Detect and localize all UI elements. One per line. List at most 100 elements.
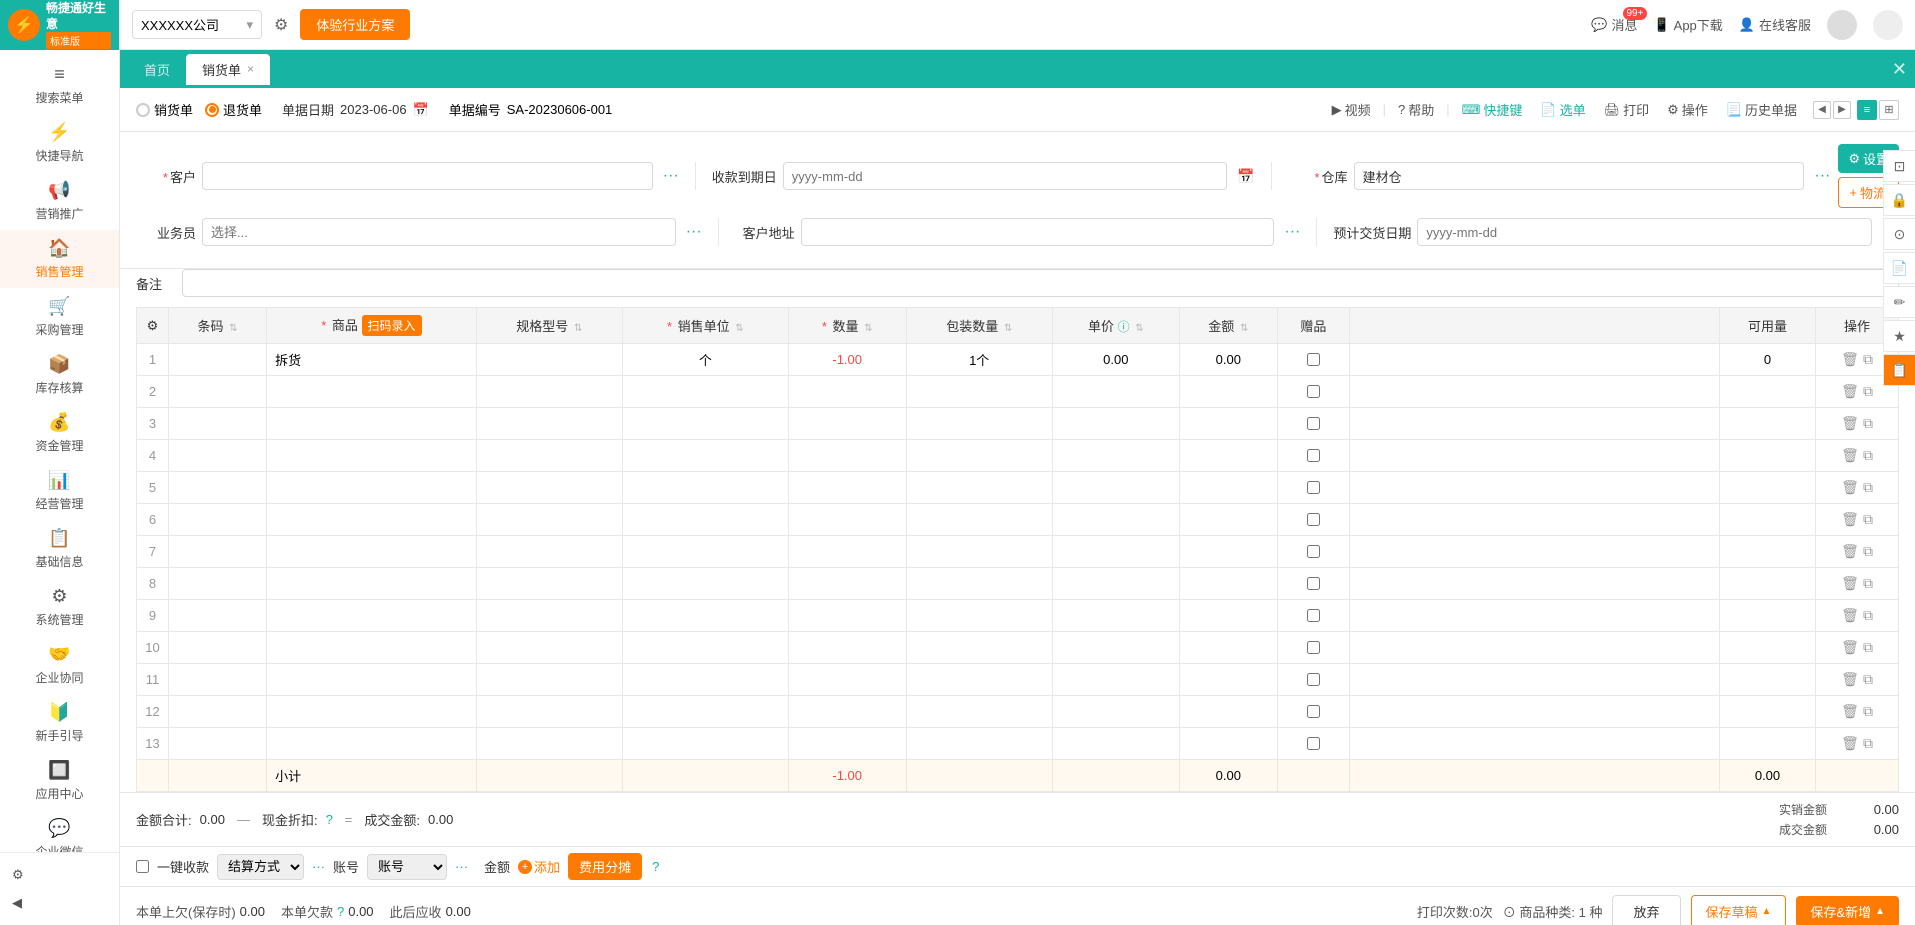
cell-unit[interactable] — [622, 568, 788, 600]
cell-barcode[interactable] — [169, 440, 267, 472]
sidebar-item-apps[interactable]: 🔲 应用中心 — [0, 752, 119, 810]
float-btn-2[interactable]: 🔒 — [1883, 184, 1915, 216]
method-more-icon[interactable]: ··· — [312, 859, 325, 874]
cell-product[interactable] — [267, 696, 477, 728]
cell-barcode[interactable] — [169, 408, 267, 440]
cell-barcode[interactable] — [169, 536, 267, 568]
delete-icon[interactable]: 🗑 — [1841, 703, 1859, 720]
account-more-icon[interactable]: ··· — [455, 859, 468, 874]
gift-checkbox[interactable] — [1307, 481, 1320, 494]
copy-icon[interactable]: ⧉ — [1863, 639, 1873, 656]
col-gear[interactable]: ⚙ — [137, 308, 169, 344]
cell-amount[interactable] — [1179, 600, 1277, 632]
cell-pack-qty[interactable] — [906, 536, 1052, 568]
gift-checkbox[interactable] — [1307, 737, 1320, 750]
cell-gift[interactable] — [1277, 568, 1349, 600]
cell-product[interactable] — [267, 632, 477, 664]
cell-gift[interactable] — [1277, 376, 1349, 408]
discount-help-icon[interactable]: ? — [326, 812, 333, 827]
cell-amount[interactable]: 0.00 — [1179, 344, 1277, 376]
delete-icon[interactable]: 🗑 — [1841, 735, 1859, 752]
user-avatar[interactable] — [1827, 10, 1857, 40]
float-btn-4[interactable]: 📄 — [1883, 252, 1915, 284]
gift-checkbox[interactable] — [1307, 513, 1320, 526]
gift-checkbox[interactable] — [1307, 641, 1320, 654]
salesperson-input[interactable] — [202, 218, 676, 246]
cell-qty[interactable] — [788, 728, 906, 760]
cell-pack-qty[interactable] — [906, 440, 1052, 472]
cell-barcode[interactable] — [169, 568, 267, 600]
cell-qty[interactable] — [788, 440, 906, 472]
copy-icon[interactable]: ⧉ — [1863, 543, 1873, 560]
cell-qty[interactable] — [788, 408, 906, 440]
cell-pack-qty[interactable] — [906, 664, 1052, 696]
debt-help-icon[interactable]: ? — [337, 904, 344, 919]
payment-method-select[interactable]: 结算方式 — [217, 854, 304, 880]
sidebar-item-marketing[interactable]: 📢 营销推广 — [0, 172, 119, 230]
cell-amount[interactable] — [1179, 728, 1277, 760]
float-btn-6[interactable]: ★ — [1883, 320, 1915, 352]
message-button[interactable]: 💬 消息 99+ — [1591, 15, 1637, 34]
cell-spec[interactable] — [476, 568, 622, 600]
cell-gift[interactable] — [1277, 504, 1349, 536]
cell-spec[interactable] — [476, 504, 622, 536]
gift-checkbox[interactable] — [1307, 577, 1320, 590]
cell-unit[interactable] — [622, 408, 788, 440]
cell-unit[interactable] — [622, 504, 788, 536]
cell-gift[interactable] — [1277, 728, 1349, 760]
cell-spec[interactable] — [476, 344, 622, 376]
cell-product[interactable]: 拆货 — [267, 344, 477, 376]
sidebar-item-search[interactable]: ≡ 搜索菜单 — [0, 56, 119, 114]
cell-product[interactable] — [267, 504, 477, 536]
cell-amount[interactable] — [1179, 376, 1277, 408]
cell-price[interactable] — [1052, 536, 1179, 568]
delete-icon[interactable]: 🗑 — [1841, 479, 1859, 496]
cell-barcode[interactable] — [169, 696, 267, 728]
cell-pack-qty[interactable] — [906, 568, 1052, 600]
cell-pack-qty[interactable] — [906, 408, 1052, 440]
cell-gift[interactable] — [1277, 472, 1349, 504]
grid-view-btn[interactable]: ⊞ — [1879, 100, 1899, 120]
cell-product[interactable] — [267, 536, 477, 568]
cell-pack-qty[interactable] — [906, 728, 1052, 760]
cell-qty[interactable] — [788, 600, 906, 632]
cell-unit[interactable] — [622, 536, 788, 568]
sidebar-item-capital[interactable]: 💰 资金管理 — [0, 404, 119, 462]
select-btn[interactable]: 📄 选单 — [1534, 98, 1591, 121]
delete-icon[interactable]: 🗑 — [1841, 543, 1859, 560]
cell-price[interactable]: 0.00 — [1052, 344, 1179, 376]
prev-arrow[interactable]: ◀ — [1813, 101, 1831, 119]
copy-icon[interactable]: ⧉ — [1863, 511, 1873, 528]
salesperson-more-icon[interactable]: ··· — [686, 223, 702, 241]
gift-checkbox[interactable] — [1307, 353, 1320, 366]
cell-spec[interactable] — [476, 376, 622, 408]
cell-unit[interactable] — [622, 696, 788, 728]
cell-price[interactable] — [1052, 632, 1179, 664]
cell-pack-qty[interactable] — [906, 376, 1052, 408]
cell-spec[interactable] — [476, 600, 622, 632]
help-btn[interactable]: ? 帮助 — [1392, 98, 1440, 121]
scan-button[interactable]: 扫码录入 — [362, 315, 422, 336]
cell-gift[interactable] — [1277, 600, 1349, 632]
cell-pack-qty[interactable] — [906, 600, 1052, 632]
cell-product[interactable] — [267, 600, 477, 632]
cell-unit[interactable] — [622, 376, 788, 408]
cell-unit[interactable] — [622, 440, 788, 472]
cell-pack-qty[interactable] — [906, 504, 1052, 536]
cell-amount[interactable] — [1179, 664, 1277, 696]
sidebar-item-inventory[interactable]: 📦 库存核算 — [0, 346, 119, 404]
print-btn[interactable]: 🖨 打印 — [1598, 98, 1656, 121]
cell-price[interactable] — [1052, 376, 1179, 408]
sidebar-item-collab[interactable]: 🤝 企业协同 — [0, 636, 119, 694]
cell-pack-qty[interactable] — [906, 632, 1052, 664]
cell-qty[interactable] — [788, 568, 906, 600]
remarks-input[interactable] — [182, 269, 1899, 297]
radio-return[interactable]: 退货单 — [205, 100, 262, 119]
tab-sales[interactable]: 销货单 × — [186, 54, 270, 85]
delete-icon[interactable]: 🗑 — [1841, 575, 1859, 592]
delete-icon[interactable]: 🗑 — [1841, 639, 1859, 656]
cell-spec[interactable] — [476, 696, 622, 728]
gift-checkbox[interactable] — [1307, 449, 1320, 462]
one-click-checkbox[interactable] — [136, 860, 149, 873]
cell-barcode[interactable] — [169, 632, 267, 664]
